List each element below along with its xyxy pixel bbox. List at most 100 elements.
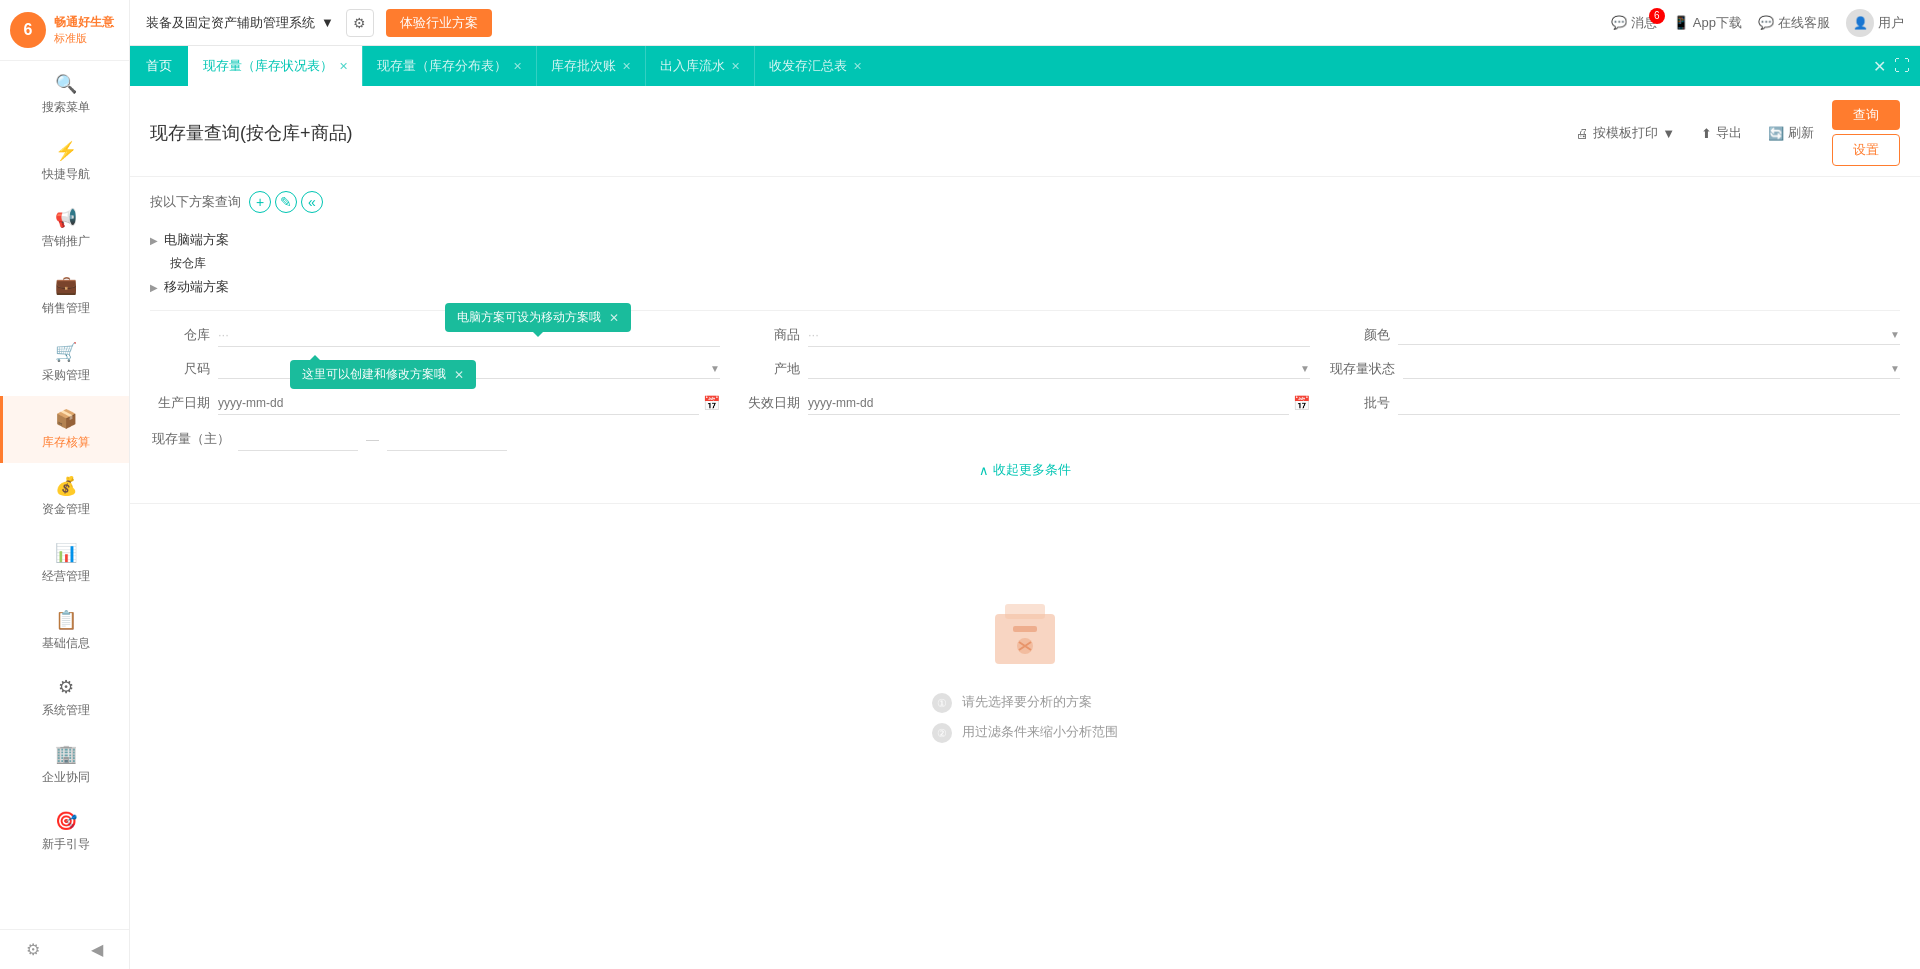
produce-date-label: 生产日期 — [150, 394, 210, 412]
tab-fullscreen-icon[interactable]: ⛶ — [1894, 57, 1910, 75]
collapse-more-button[interactable]: ∧ 收起更多条件 — [150, 451, 1900, 489]
chevron-down-icon: ▼ — [321, 15, 334, 30]
create-tooltip: 这里可以创建和修改方案哦 ✕ — [290, 360, 476, 389]
user-menu[interactable]: 👤 用户 — [1846, 9, 1904, 37]
sidebar-item-guide[interactable]: 🎯 新手引导 — [0, 798, 129, 865]
page-title: 现存量查询(按仓库+商品) — [150, 121, 353, 145]
tab-close-all-icon[interactable]: ✕ — [1873, 57, 1886, 76]
edit-scheme-button[interactable]: ✎ — [275, 191, 297, 213]
sidebar-item-enterprise[interactable]: 🏢 企业协同 — [0, 731, 129, 798]
collapse-button[interactable]: ◀ — [91, 940, 103, 959]
basic-icon: 📋 — [55, 609, 77, 631]
export-button[interactable]: ⬆ 导出 — [1693, 120, 1750, 146]
inventory-icon: 📦 — [55, 408, 77, 430]
search-button[interactable]: 查询 — [1832, 100, 1900, 130]
batch-label: 批号 — [1330, 394, 1390, 412]
enterprise-icon: 🏢 — [55, 743, 77, 765]
tab-batch-account[interactable]: 库存批次账 ✕ — [536, 46, 645, 86]
tab-inventory-distribution[interactable]: 现存量（库存分布表） ✕ — [362, 46, 536, 86]
product-select[interactable]: ··· — [808, 323, 1310, 347]
filter-icons: + ✎ « — [249, 191, 323, 213]
tooltip-close-icon[interactable]: ✕ — [609, 311, 619, 325]
sidebar-logo: 6 畅通好生意 标准版 — [0, 0, 129, 61]
warehouse-field: 仓库 ··· — [150, 323, 720, 347]
search-icon: 🔍 — [55, 73, 77, 95]
filter-row-4: 现存量（主） — — [150, 427, 1900, 451]
sidebar-item-system[interactable]: ⚙ 系统管理 — [0, 664, 129, 731]
system-select[interactable]: 装备及固定资产辅助管理系统 ▼ — [146, 14, 334, 32]
online-service-button[interactable]: 💬 在线客服 — [1758, 14, 1830, 32]
size-label: 尺码 — [150, 360, 210, 378]
color-select[interactable]: ▼ — [1398, 325, 1900, 345]
settings-button[interactable]: ⚙ — [26, 940, 40, 959]
page-actions: 🖨 按模板打印 ▼ ⬆ 导出 🔄 刷新 查询 设置 — [1568, 100, 1900, 166]
origin-field: 产地 ▼ — [740, 359, 1310, 379]
tab-summary[interactable]: 收发存汇总表 ✕ — [754, 46, 876, 86]
quick-icon: ⚡ — [55, 140, 77, 162]
main-area: 装备及固定资产辅助管理系统 ▼ ⚙ 体验行业方案 💬 消息 6 📱 App下载 … — [130, 0, 1920, 969]
desktop-scheme-item[interactable]: ▶ 电脑端方案 — [150, 227, 1900, 253]
product-field: 商品 ··· — [740, 323, 1310, 347]
chevron-down-icon: ▼ — [1890, 363, 1900, 374]
tab-home[interactable]: 首页 — [130, 46, 188, 86]
color-field: 颜色 ▼ — [1330, 323, 1900, 347]
gear-button[interactable]: ⚙ — [346, 9, 374, 37]
calendar-icon[interactable]: 📅 — [703, 395, 720, 411]
logo-icon: 6 — [10, 12, 46, 48]
tab-close-icon[interactable]: ✕ — [731, 60, 740, 73]
stock-main-label: 现存量（主） — [150, 430, 230, 448]
calendar-icon[interactable]: 📅 — [1293, 395, 1310, 411]
empty-step-1: ① 请先选择要分析的方案 — [932, 693, 1118, 713]
sidebar: 6 畅通好生意 标准版 🔍 搜索菜单 ⚡ 快捷导航 📢 营销推广 💼 销售管理 … — [0, 0, 130, 969]
sidebar-item-quick[interactable]: ⚡ 快捷导航 — [0, 128, 129, 195]
tabs-right: ✕ ⛶ — [1863, 57, 1920, 76]
filter-row-3: 生产日期 📅 失效日期 📅 — [150, 391, 1900, 415]
tab-inventory-status[interactable]: 现存量（库存状况表） ✕ — [188, 46, 362, 86]
sidebar-item-sales[interactable]: 💼 销售管理 — [0, 262, 129, 329]
sidebar-item-marketing[interactable]: 📢 营销推广 — [0, 195, 129, 262]
tab-close-icon[interactable]: ✕ — [853, 60, 862, 73]
add-scheme-button[interactable]: + — [249, 191, 271, 213]
sidebar-item-search[interactable]: 🔍 搜索菜单 — [0, 61, 129, 128]
sidebar-item-finance[interactable]: 💰 资金管理 — [0, 463, 129, 530]
chevron-down-icon: ▼ — [1662, 126, 1675, 141]
mobile-scheme-item[interactable]: ▶ 移动端方案 — [150, 274, 1900, 300]
industry-button[interactable]: 体验行业方案 — [386, 9, 492, 37]
message-button[interactable]: 💬 消息 6 — [1611, 14, 1657, 32]
product-label: 商品 — [740, 326, 800, 344]
sidebar-item-operation[interactable]: 📊 经营管理 — [0, 530, 129, 597]
stock-main-max[interactable] — [387, 427, 507, 451]
sidebar-item-basic[interactable]: 📋 基础信息 — [0, 597, 129, 664]
stock-main-min[interactable] — [238, 427, 358, 451]
sidebar-item-purchase[interactable]: 🛒 采购管理 — [0, 329, 129, 396]
guide-icon: 🎯 — [55, 810, 77, 832]
empty-steps: ① 请先选择要分析的方案 ② 用过滤条件来缩小分析范围 — [932, 693, 1118, 743]
tooltip-close-icon[interactable]: ✕ — [454, 368, 464, 382]
stock-status-select[interactable]: ▼ — [1403, 359, 1900, 379]
origin-select[interactable]: ▼ — [808, 359, 1310, 379]
batch-input[interactable] — [1398, 391, 1900, 415]
sidebar-nav: 🔍 搜索菜单 ⚡ 快捷导航 📢 营销推广 💼 销售管理 🛒 采购管理 📦 库存核… — [0, 61, 129, 929]
tab-close-icon[interactable]: ✕ — [339, 60, 348, 73]
warehouse-label: 仓库 — [150, 326, 210, 344]
produce-date-start[interactable] — [218, 392, 699, 415]
finance-icon: 💰 — [55, 475, 77, 497]
expire-date-range: 📅 — [808, 392, 1310, 415]
color-label: 颜色 — [1330, 326, 1390, 344]
svg-rect-1 — [1005, 604, 1045, 619]
tab-inout-flow[interactable]: 出入库流水 ✕ — [645, 46, 754, 86]
expire-date-start[interactable] — [808, 392, 1289, 415]
app-download-button[interactable]: 📱 App下载 — [1673, 14, 1742, 32]
operation-icon: 📊 — [55, 542, 77, 564]
logo-text: 畅通好生意 标准版 — [54, 14, 114, 46]
empty-icon — [975, 584, 1075, 677]
refresh-button[interactable]: 🔄 刷新 — [1760, 120, 1822, 146]
sidebar-item-inventory[interactable]: 📦 库存核算 — [0, 396, 129, 463]
tab-close-icon[interactable]: ✕ — [622, 60, 631, 73]
step-number: ① — [932, 693, 952, 713]
step-number: ② — [932, 723, 952, 743]
set-button[interactable]: 设置 — [1832, 134, 1900, 166]
print-button[interactable]: 🖨 按模板打印 ▼ — [1568, 120, 1683, 146]
tab-close-icon[interactable]: ✕ — [513, 60, 522, 73]
back-scheme-button[interactable]: « — [301, 191, 323, 213]
